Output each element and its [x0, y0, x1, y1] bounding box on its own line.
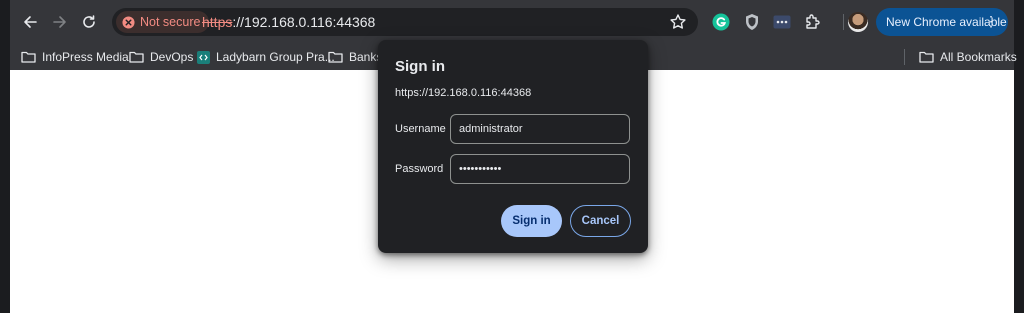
shield-extension-button[interactable] [742, 12, 762, 32]
grammarly-extension-button[interactable] [711, 12, 731, 32]
dialog-origin: https://192.168.0.116:44368 [395, 87, 532, 99]
folder-icon [129, 51, 144, 63]
new-chrome-available-button[interactable]: New Chrome available ⋮ [876, 8, 1008, 36]
bookmark-devops[interactable]: DevOps [129, 47, 193, 67]
browser-toolbar: Not secure https://192.168.0.116:44368 N… [10, 0, 1014, 44]
warning-icon [122, 15, 135, 29]
bookmark-banks[interactable]: Banks [328, 47, 382, 67]
security-indicator[interactable]: Not secure [116, 11, 210, 33]
shield-icon [746, 14, 758, 30]
bookmark-infopress-media[interactable]: InfoPress Media [21, 47, 129, 67]
site-icon [197, 50, 210, 64]
url-host: ://192.168.0.116:44368 [232, 14, 376, 30]
puzzle-icon [806, 14, 820, 29]
star-icon [670, 14, 686, 29]
back-button[interactable] [18, 10, 42, 34]
bookmark-label: DevOps [150, 50, 194, 64]
bookmark-label: Ladybarn Group Pra... [216, 50, 335, 64]
grammarly-icon [712, 13, 730, 31]
folder-icon [21, 51, 36, 63]
all-bookmarks-label: All Bookmarks [940, 50, 1017, 64]
sign-in-button[interactable]: Sign in [501, 205, 562, 237]
bookmark-star-button[interactable] [668, 12, 688, 37]
reload-button[interactable] [77, 10, 101, 34]
forward-button[interactable] [48, 10, 72, 34]
all-bookmarks-button[interactable]: All Bookmarks [919, 47, 1017, 67]
not-secure-label: Not secure [140, 15, 201, 29]
reload-icon [83, 15, 95, 28]
kebab-menu-icon: ⋮ [984, 13, 998, 29]
profile-avatar[interactable] [848, 12, 868, 32]
password-dots-icon [773, 15, 791, 29]
cancel-button[interactable]: Cancel [570, 205, 631, 237]
bookmark-label: InfoPress Media [42, 50, 129, 64]
password-field[interactable]: ••••••••••• [450, 154, 630, 184]
window-frame-left [0, 0, 10, 313]
username-field[interactable]: administrator [450, 114, 630, 144]
forward-arrow-icon [53, 16, 66, 28]
dialog-title: Sign in [395, 58, 445, 75]
bookmarks-divider [904, 49, 905, 65]
back-arrow-icon [24, 16, 37, 28]
username-label: Username [395, 123, 446, 135]
extensions-button[interactable] [803, 12, 823, 32]
password-manager-extension-button[interactable] [772, 12, 792, 32]
sign-in-dialog: Sign in https://192.168.0.116:44368 User… [378, 40, 648, 253]
bookmark-ladybarn-group[interactable]: Ladybarn Group Pra... [197, 47, 335, 67]
url-text[interactable]: https://192.168.0.116:44368 [202, 14, 375, 30]
folder-icon [328, 51, 343, 63]
url-scheme: https [202, 14, 233, 30]
address-bar[interactable]: Not secure https://192.168.0.116:44368 [112, 8, 698, 36]
toolbar-divider [843, 14, 844, 30]
password-label: Password [395, 163, 444, 175]
folder-icon [919, 51, 934, 63]
